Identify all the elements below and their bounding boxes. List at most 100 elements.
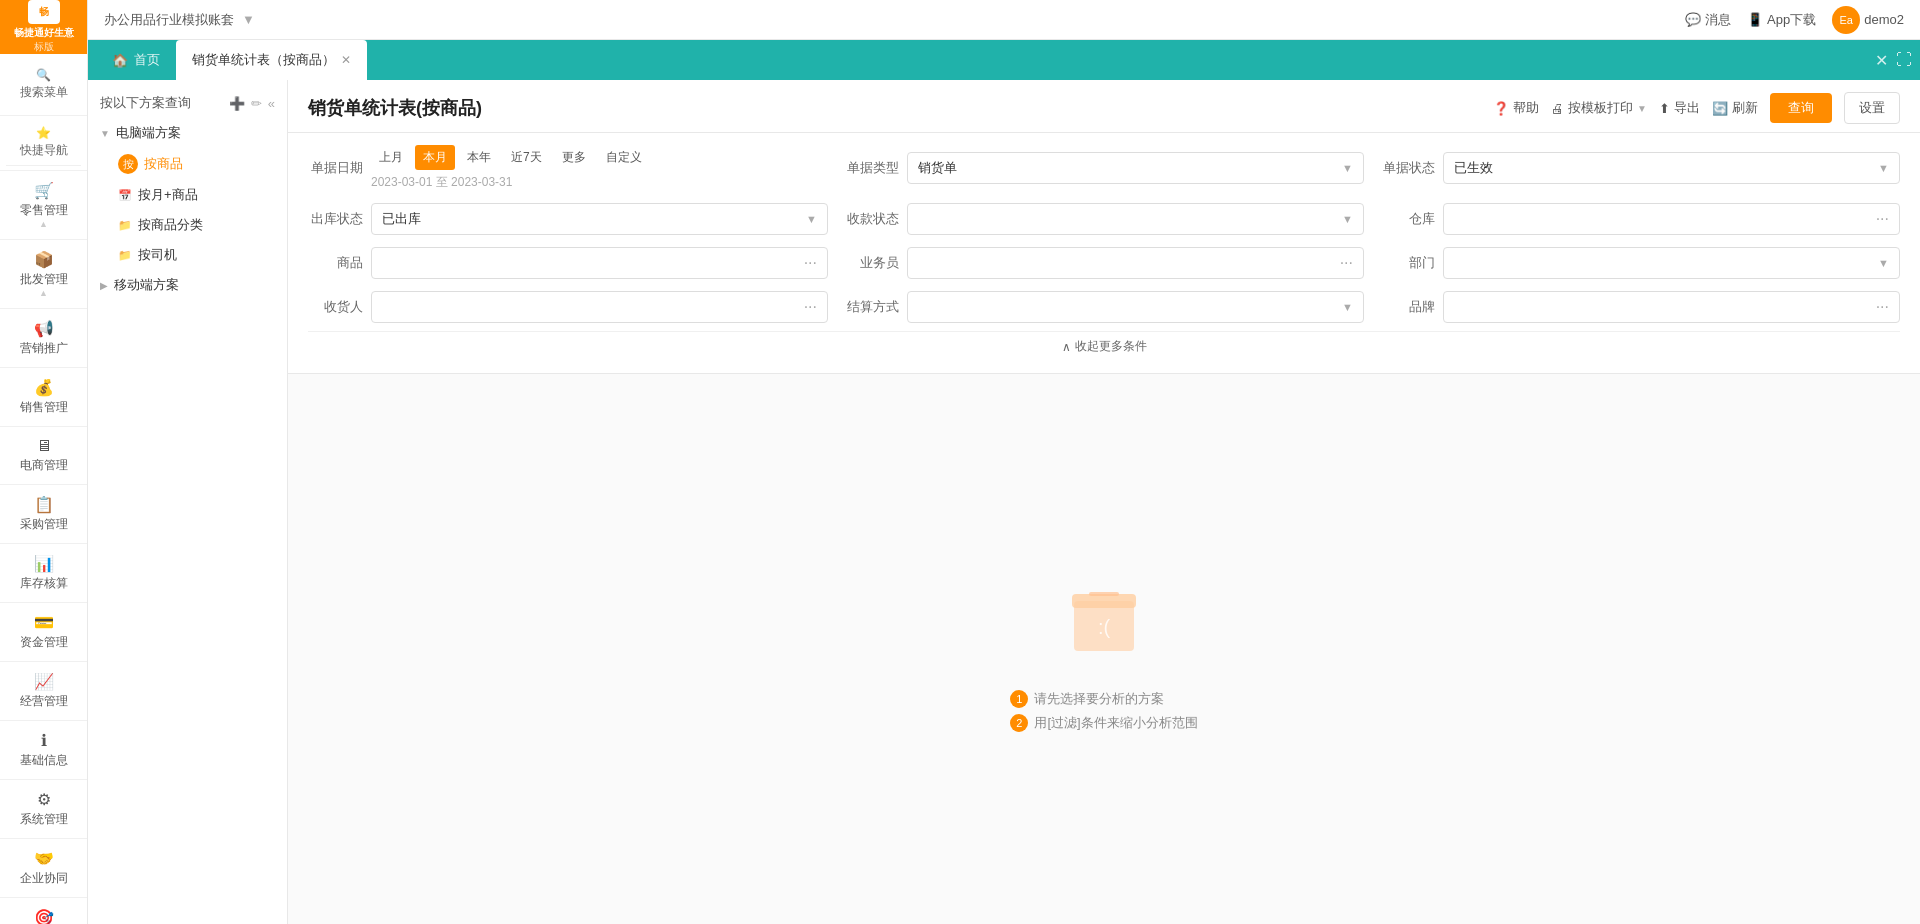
doc-type-input[interactable]: 销货单 ▼ <box>907 152 1364 184</box>
brand-label: 品牌 <box>1380 298 1435 316</box>
refresh-button[interactable]: 🔄 刷新 <box>1712 99 1758 117</box>
search-menu-button[interactable]: 🔍 搜索菜单 <box>6 62 81 107</box>
collapse-panel-icon[interactable]: « <box>268 96 275 111</box>
search-button[interactable]: 查询 <box>1770 93 1832 123</box>
date-label: 单据日期 <box>308 159 363 177</box>
brand-dots-icon[interactable]: ··· <box>1876 298 1889 316</box>
top-header: 办公用品行业模拟账套 ▼ 💬 消息 📱 App下载 Ea demo2 <box>88 0 1920 40</box>
product-filter-cell: 商品 ··· <box>308 247 828 279</box>
doc-type-filter-cell: 单据类型 销货单 ▼ <box>844 152 1364 184</box>
edit-scheme-icon[interactable]: ✏ <box>251 96 262 111</box>
sidebar-item-purchase[interactable]: 📋 采购管理 <box>0 485 87 544</box>
recipient-input[interactable]: ··· <box>371 291 828 323</box>
doc-status-filter-cell: 单据状态 已生效 ▼ <box>1380 152 1900 184</box>
sidebar-item-cooperation[interactable]: 🤝 企业协同 <box>0 839 87 898</box>
close-tab-button[interactable]: ✕ <box>1875 51 1888 70</box>
export-icon: ⬆ <box>1659 101 1670 116</box>
sub-scheme-icon: 📅 <box>118 189 132 202</box>
sales-mgmt-icon: 💰 <box>34 378 54 397</box>
tab-home[interactable]: 🏠 首页 <box>96 40 176 80</box>
avatar: Ea <box>1832 6 1860 34</box>
purchase-icon: 📋 <box>34 495 54 514</box>
warehouse-input[interactable]: ··· <box>1443 203 1900 235</box>
brand-input[interactable]: ··· <box>1443 291 1900 323</box>
basic-icon: ℹ <box>41 731 47 750</box>
settings-button[interactable]: 设置 <box>1844 92 1900 124</box>
breadcrumb-chevron-icon: ▼ <box>242 12 255 27</box>
recipient-dots-icon[interactable]: ··· <box>804 298 817 316</box>
tip-number-2: 2 <box>1010 714 1028 732</box>
payment-method-input[interactable]: ▼ <box>907 291 1364 323</box>
tab-close-icon[interactable]: ✕ <box>341 53 351 67</box>
download-icon: 📱 <box>1747 12 1763 27</box>
page-title: 销货单统计表(按商品) <box>308 96 482 120</box>
product-input[interactable]: ··· <box>371 247 828 279</box>
dept-filter-cell: 部门 ▼ <box>1380 247 1900 279</box>
search-icon: 🔍 <box>36 68 51 82</box>
warehouse-status-input[interactable]: 已出库 ▼ <box>371 203 828 235</box>
message-button[interactable]: 💬 消息 <box>1685 11 1731 29</box>
tree-desktop-scheme[interactable]: ▼ 电脑端方案 <box>88 118 287 148</box>
sidebar-item-wholesale[interactable]: 📦 批发管理 ▲ <box>0 240 87 309</box>
sidebar-item-retail[interactable]: 🛒 零售管理 ▲ <box>0 171 87 240</box>
export-button[interactable]: ⬆ 导出 <box>1659 99 1700 117</box>
tab-sales-stat[interactable]: 销货单统计表（按商品） ✕ <box>176 40 367 80</box>
empty-tip-1: 1 请先选择要分析的方案 <box>1010 690 1197 708</box>
payment-method-chevron-icon: ▼ <box>1342 301 1353 313</box>
svg-text::(: :( <box>1098 616 1111 638</box>
print-button[interactable]: 🖨 按模板打印 ▼ <box>1551 99 1647 117</box>
sidebar-item-system[interactable]: ⚙ 系统管理 <box>0 780 87 839</box>
tree-mobile-scheme[interactable]: ▶ 移动端方案 <box>88 270 287 300</box>
dept-input[interactable]: ▼ <box>1443 247 1900 279</box>
retail-icon: 🛒 <box>34 181 54 200</box>
maximize-button[interactable]: ⛶ <box>1896 51 1912 69</box>
sidebar-item-guide[interactable]: 🎯 新手引导 <box>0 898 87 924</box>
sidebar-item-operation[interactable]: 📈 经营管理 <box>0 662 87 721</box>
sidebar-item-sales-mgmt[interactable]: 💰 销售管理 <box>0 368 87 427</box>
date-this-month[interactable]: 本月 <box>415 145 455 170</box>
help-button[interactable]: ❓ 帮助 <box>1493 99 1539 117</box>
scheme-active-icon: 按 <box>118 154 138 174</box>
print-chevron-icon: ▼ <box>1637 103 1647 114</box>
tree-item-by-month-product[interactable]: 📅 按月+商品 <box>88 180 287 210</box>
app-download-button[interactable]: 📱 App下载 <box>1747 11 1816 29</box>
sidebar-item-basic[interactable]: ℹ 基础信息 <box>0 721 87 780</box>
page-header-actions: ❓ 帮助 🖨 按模板打印 ▼ ⬆ 导出 🔄 刷新 <box>1493 92 1900 124</box>
staff-dots-icon[interactable]: ··· <box>1340 254 1353 272</box>
doc-status-input[interactable]: 已生效 ▼ <box>1443 152 1900 184</box>
user-menu[interactable]: Ea demo2 <box>1832 6 1904 34</box>
warehouse-status-label: 出库状态 <box>308 210 363 228</box>
sidebar-item-finance[interactable]: 💳 资金管理 <box>0 603 87 662</box>
tree-item-by-category[interactable]: 📁 按商品分类 <box>88 210 287 240</box>
date-last-month[interactable]: 上月 <box>371 145 411 170</box>
product-dots-icon[interactable]: ··· <box>804 254 817 272</box>
warehouse-status-chevron-icon: ▼ <box>806 213 817 225</box>
left-panel: 按以下方案查询 ➕ ✏ « ▼ 电脑端方案 按 按商品 📅 按月+商品 <box>88 80 288 924</box>
sub-printer-icon: 📁 <box>118 249 132 262</box>
sidebar: 畅 畅捷通好生意 标版 🔍 搜索菜单 ⭐ 快捷导航 🛒 零售管理 ▲ 📦 批发管… <box>0 0 88 924</box>
date-last-7-days[interactable]: 近7天 <box>503 145 550 170</box>
sidebar-item-marketing[interactable]: 📢 营销推广 <box>0 309 87 368</box>
quick-nav-button[interactable]: ⭐ 快捷导航 <box>6 120 81 166</box>
tree-item-by-product[interactable]: 按 按商品 <box>88 148 287 180</box>
payment-status-input[interactable]: ▼ <box>907 203 1364 235</box>
left-panel-header: 按以下方案查询 ➕ ✏ « <box>88 88 287 118</box>
date-custom[interactable]: 自定义 <box>598 145 650 170</box>
chevron-up-icon: ▲ <box>39 288 48 298</box>
sidebar-item-inventory[interactable]: 📊 库存核算 <box>0 544 87 603</box>
tree-arrow-icon: ▼ <box>100 128 110 139</box>
date-this-year[interactable]: 本年 <box>459 145 499 170</box>
app-logo[interactable]: 畅 畅捷通好生意 标版 <box>0 0 88 54</box>
sidebar-item-ecommerce[interactable]: 🖥 电商管理 <box>0 427 87 485</box>
tree-item-by-printer[interactable]: 📁 按司机 <box>88 240 287 270</box>
nav-icon: ⭐ <box>36 126 51 140</box>
add-scheme-icon[interactable]: ➕ <box>229 96 245 111</box>
payment-status-label: 收款状态 <box>844 210 899 228</box>
collapse-more-button[interactable]: ∧ 收起更多条件 <box>308 331 1900 361</box>
staff-input[interactable]: ··· <box>907 247 1364 279</box>
date-more[interactable]: 更多 <box>554 145 594 170</box>
warehouse-dots-icon[interactable]: ··· <box>1876 210 1889 228</box>
empty-state: :( 1 请先选择要分析的方案 2 用[过滤]条件来缩小分析范围 <box>288 374 1920 924</box>
date-shortcuts: 上月 本月 本年 近7天 更多 自定义 <box>371 145 828 170</box>
payment-method-label: 结算方式 <box>844 298 899 316</box>
